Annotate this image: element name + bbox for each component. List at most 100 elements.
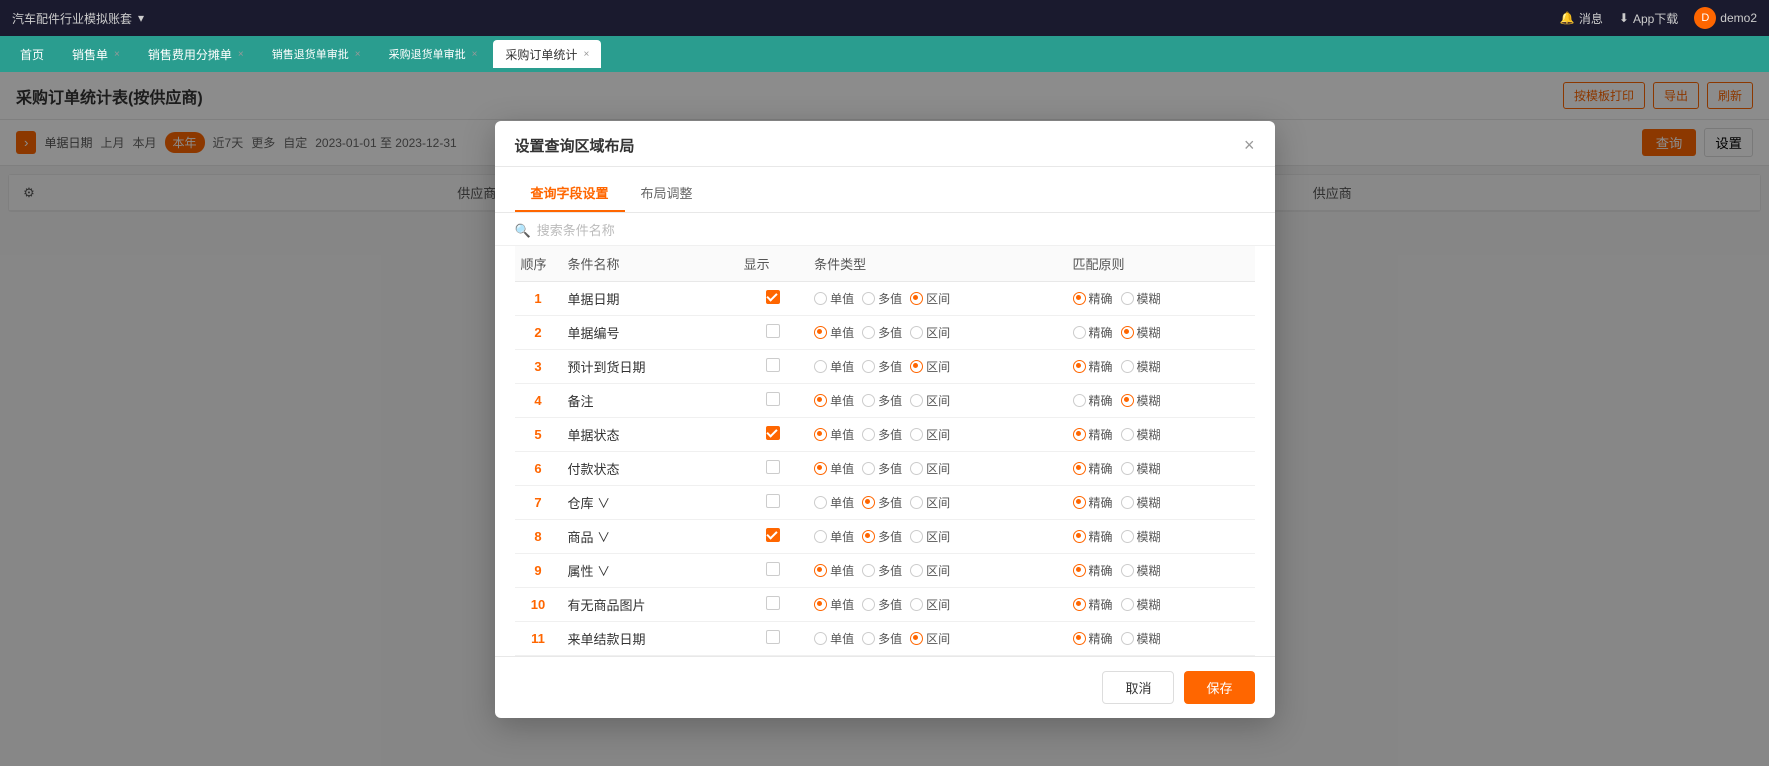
radio-circle[interactable] xyxy=(1073,326,1086,339)
match-radio-fuzzy[interactable]: 模糊 xyxy=(1121,630,1161,647)
radio-circle[interactable] xyxy=(1073,564,1086,577)
type-radio-range[interactable]: 区间 xyxy=(910,494,950,511)
checkbox-checked[interactable] xyxy=(766,528,780,542)
radio-circle[interactable] xyxy=(862,428,875,441)
tab-sales-order[interactable]: 销售单 × xyxy=(60,40,132,68)
radio-circle[interactable] xyxy=(1121,496,1134,509)
row-display-checkbox[interactable] xyxy=(738,383,808,417)
type-radio-range[interactable]: 区间 xyxy=(910,290,950,307)
type-radio-multi[interactable]: 多值 xyxy=(862,630,902,647)
match-radio-fuzzy[interactable]: 模糊 xyxy=(1121,290,1161,307)
match-radio-fuzzy[interactable]: 模糊 xyxy=(1121,528,1161,545)
radio-circle[interactable] xyxy=(1073,632,1086,645)
notifications-btn[interactable]: 🔔 消息 xyxy=(1560,10,1603,27)
match-radio-exact[interactable]: 精确 xyxy=(1073,596,1113,613)
checkbox-checked[interactable] xyxy=(766,290,780,304)
checkbox-unchecked[interactable] xyxy=(766,358,780,372)
radio-circle[interactable] xyxy=(814,292,827,305)
row-display-checkbox[interactable] xyxy=(738,553,808,587)
type-radio-single[interactable]: 单值 xyxy=(814,290,854,307)
tab-purchase-return[interactable]: 采购退货单审批 × xyxy=(377,40,490,68)
type-radio-single[interactable]: 单值 xyxy=(814,596,854,613)
radio-circle[interactable] xyxy=(862,394,875,407)
radio-circle[interactable] xyxy=(1121,530,1134,543)
match-radio-exact[interactable]: 精确 xyxy=(1073,426,1113,443)
type-radio-multi[interactable]: 多值 xyxy=(862,392,902,409)
match-radio-fuzzy[interactable]: 模糊 xyxy=(1121,358,1161,375)
tab-sales-return-close[interactable]: × xyxy=(355,49,361,60)
match-radio-exact[interactable]: 精确 xyxy=(1073,494,1113,511)
row-display-checkbox[interactable] xyxy=(738,587,808,621)
radio-circle[interactable] xyxy=(1073,530,1086,543)
row-display-checkbox[interactable] xyxy=(738,519,808,553)
tab-sales-order-close[interactable]: × xyxy=(114,49,120,60)
save-button[interactable]: 保存 xyxy=(1184,671,1254,704)
type-radio-multi[interactable]: 多值 xyxy=(862,358,902,375)
radio-circle[interactable] xyxy=(910,632,923,645)
row-display-checkbox[interactable] xyxy=(738,349,808,383)
radio-circle[interactable] xyxy=(910,428,923,441)
type-radio-range[interactable]: 区间 xyxy=(910,630,950,647)
radio-circle[interactable] xyxy=(1073,598,1086,611)
radio-circle[interactable] xyxy=(1073,462,1086,475)
checkbox-unchecked[interactable] xyxy=(766,630,780,644)
radio-circle[interactable] xyxy=(1121,632,1134,645)
radio-circle[interactable] xyxy=(862,632,875,645)
radio-circle[interactable] xyxy=(1121,326,1134,339)
radio-circle[interactable] xyxy=(814,632,827,645)
row-display-checkbox[interactable] xyxy=(738,485,808,519)
tab-purchase-order-stat-close[interactable]: × xyxy=(583,49,589,60)
checkbox-unchecked[interactable] xyxy=(766,460,780,474)
radio-circle[interactable] xyxy=(862,360,875,373)
radio-circle[interactable] xyxy=(862,564,875,577)
tab-sales-expense[interactable]: 销售费用分摊单 × xyxy=(136,40,256,68)
radio-circle[interactable] xyxy=(1121,360,1134,373)
radio-circle[interactable] xyxy=(1121,598,1134,611)
row-display-checkbox[interactable] xyxy=(738,281,808,315)
row-display-checkbox[interactable] xyxy=(738,621,808,655)
radio-circle[interactable] xyxy=(1121,564,1134,577)
type-radio-range[interactable]: 区间 xyxy=(910,528,950,545)
checkbox-unchecked[interactable] xyxy=(766,324,780,338)
radio-circle[interactable] xyxy=(1073,428,1086,441)
type-radio-multi[interactable]: 多值 xyxy=(862,494,902,511)
tab-sales-return[interactable]: 销售退货单审批 × xyxy=(260,40,373,68)
tab-purchase-return-close[interactable]: × xyxy=(472,49,478,60)
radio-circle[interactable] xyxy=(910,292,923,305)
checkbox-unchecked[interactable] xyxy=(766,494,780,508)
checkbox-unchecked[interactable] xyxy=(766,596,780,610)
match-radio-fuzzy[interactable]: 模糊 xyxy=(1121,392,1161,409)
match-radio-fuzzy[interactable]: 模糊 xyxy=(1121,426,1161,443)
download-btn[interactable]: ⬇ App下载 xyxy=(1619,10,1678,27)
radio-circle[interactable] xyxy=(862,496,875,509)
radio-circle[interactable] xyxy=(814,530,827,543)
radio-circle[interactable] xyxy=(910,394,923,407)
type-radio-multi[interactable]: 多值 xyxy=(862,596,902,613)
radio-circle[interactable] xyxy=(814,360,827,373)
match-radio-exact[interactable]: 精确 xyxy=(1073,528,1113,545)
match-radio-exact[interactable]: 精确 xyxy=(1073,562,1113,579)
match-radio-exact[interactable]: 精确 xyxy=(1073,358,1113,375)
type-radio-range[interactable]: 区间 xyxy=(910,358,950,375)
tab-sales-expense-close[interactable]: × xyxy=(238,49,244,60)
type-radio-range[interactable]: 区间 xyxy=(910,392,950,409)
radio-circle[interactable] xyxy=(862,462,875,475)
match-radio-exact[interactable]: 精确 xyxy=(1073,290,1113,307)
type-radio-single[interactable]: 单值 xyxy=(814,494,854,511)
radio-circle[interactable] xyxy=(910,360,923,373)
radio-circle[interactable] xyxy=(1121,394,1134,407)
row-display-checkbox[interactable] xyxy=(738,315,808,349)
radio-circle[interactable] xyxy=(1073,394,1086,407)
radio-circle[interactable] xyxy=(910,326,923,339)
radio-circle[interactable] xyxy=(1121,462,1134,475)
checkbox-unchecked[interactable] xyxy=(766,392,780,406)
radio-circle[interactable] xyxy=(1073,360,1086,373)
type-radio-range[interactable]: 区间 xyxy=(910,324,950,341)
search-input[interactable] xyxy=(537,223,737,238)
type-radio-range[interactable]: 区间 xyxy=(910,460,950,477)
radio-circle[interactable] xyxy=(1121,428,1134,441)
user-btn[interactable]: D demo2 xyxy=(1694,7,1757,29)
type-radio-range[interactable]: 区间 xyxy=(910,596,950,613)
type-radio-single[interactable]: 单值 xyxy=(814,324,854,341)
checkbox-unchecked[interactable] xyxy=(766,562,780,576)
